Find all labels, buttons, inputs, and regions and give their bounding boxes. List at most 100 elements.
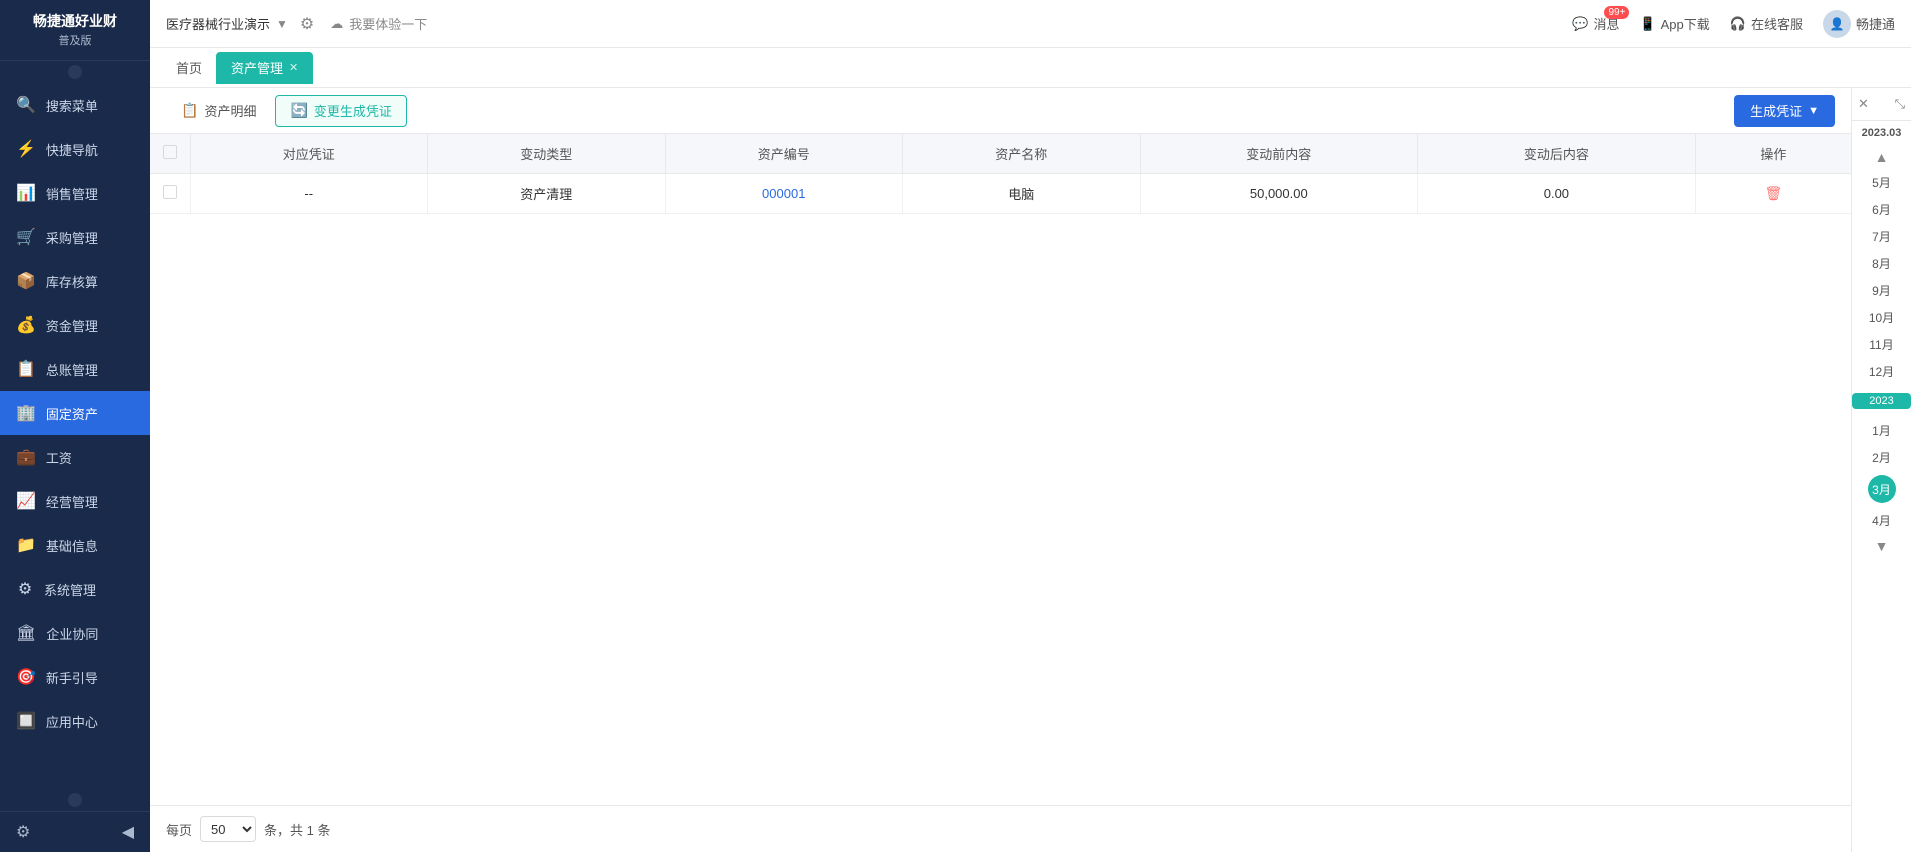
settings-bottom-icon[interactable]: ⚙ [16, 822, 30, 842]
sidebar-item-label: 库存核算 [46, 272, 98, 291]
sidebar-item-quick-nav[interactable]: ⚡ 快捷导航 [0, 127, 150, 171]
experience-button[interactable]: ☁ 我要体验一下 [330, 14, 427, 33]
content-area: 📋 资产明细 🔄 变更生成凭证 生成凭证 ▼ [150, 88, 1911, 852]
sidebar-item-fixed-assets[interactable]: 🏢 固定资产 [0, 391, 150, 435]
sidebar-item-basic-info[interactable]: 📁 基础信息 [0, 523, 150, 567]
guide-icon: 🎯 [16, 667, 36, 687]
sidebar-item-label: 应用中心 [46, 712, 98, 731]
timeline-month-8[interactable]: 8月 [1852, 250, 1911, 277]
header-before-change: 变动前内容 [1140, 134, 1418, 174]
funds-icon: 💰 [16, 315, 36, 335]
table-row: -- 资产清理 000001 电脑 [150, 174, 1851, 214]
timeline-month-1[interactable]: 1月 [1852, 417, 1911, 444]
timeline-up-button[interactable]: ▲ [1852, 145, 1911, 169]
customer-service-button[interactable]: 🎧 在线客服 [1730, 14, 1803, 33]
year-badge-2023[interactable]: 2023 [1852, 393, 1911, 409]
page-size-select[interactable]: 50 100 200 [200, 816, 256, 842]
sidebar-item-label: 资金管理 [46, 316, 98, 335]
basic-info-icon: 📁 [16, 535, 36, 555]
cloud-icon: ☁ [330, 16, 343, 32]
sidebar-scroll-down[interactable] [68, 793, 82, 807]
right-panel-header: ✕ ⤡ [1852, 96, 1911, 121]
timeline-month-2[interactable]: 2月 [1852, 444, 1911, 471]
timeline-month-6[interactable]: 6月 [1852, 196, 1911, 223]
timeline-month-12[interactable]: 12月 [1852, 358, 1911, 385]
sidebar-item-sales[interactable]: 📊 销售管理 [0, 171, 150, 215]
timeline-month-7[interactable]: 7月 [1852, 223, 1911, 250]
detail-tab-icon: 📋 [181, 102, 198, 119]
sidebar-bottom: ⚙ ◀ [0, 811, 150, 852]
timeline-month-11[interactable]: 11月 [1852, 331, 1911, 358]
total-count: 条，共 1 条 [264, 820, 330, 839]
enterprise-icon: 🏛 [16, 623, 36, 643]
company-name: 医疗器械行业演示 [166, 14, 270, 33]
sidebar-item-operations[interactable]: 📈 经营管理 [0, 479, 150, 523]
header-voucher: 对应凭证 [190, 134, 428, 174]
sidebar-item-label: 快捷导航 [46, 140, 98, 159]
data-table: 对应凭证 变动类型 资产编号 资产名称 [150, 134, 1851, 214]
sidebar-item-app-center[interactable]: 🔲 应用中心 [0, 699, 150, 743]
tab-label: 资产管理 [231, 58, 283, 77]
messages-button[interactable]: 💬 消息 99+ [1572, 14, 1619, 33]
row-checkbox-cell [150, 174, 190, 214]
delete-row-button[interactable]: 🗑 [1764, 185, 1782, 201]
topbar: 医疗器械行业演示 ▼ ⚙ ☁ 我要体验一下 💬 消息 99+ 📱 App下载 🎧… [150, 0, 1911, 48]
timeline-month-4[interactable]: 4月 [1852, 507, 1911, 534]
header-asset-name: 资产名称 [903, 134, 1141, 174]
company-selector[interactable]: 医疗器械行业演示 ▼ [166, 14, 288, 33]
sidebar-item-label: 销售管理 [46, 184, 98, 203]
sidebar-item-label: 工资 [46, 448, 72, 467]
sidebar-item-purchase[interactable]: 🛒 采购管理 [0, 215, 150, 259]
sidebar-item-inventory[interactable]: 📦 库存核算 [0, 259, 150, 303]
asset-detail-label: 资产明细 [204, 101, 256, 120]
sidebar: 畅捷通好业财 普及版 🔍 搜索菜单 ⚡ 快捷导航 📊 销售管理 🛒 采购管理 📦… [0, 0, 150, 852]
row-checkbox[interactable] [163, 185, 177, 199]
topbar-settings-icon[interactable]: ⚙ [300, 14, 314, 34]
header-checkbox-cell [150, 134, 190, 174]
sidebar-scroll-up[interactable] [68, 65, 82, 79]
collapse-icon[interactable]: ◀ [122, 822, 134, 842]
sidebar-item-enterprise[interactable]: 🏛 企业协同 [0, 611, 150, 655]
timeline-month-5[interactable]: 5月 [1852, 169, 1911, 196]
topbar-right: 💬 消息 99+ 📱 App下载 🎧 在线客服 👤 畅捷通 [1572, 10, 1895, 38]
generate-label: 生成凭证 [1750, 101, 1802, 120]
close-right-panel-icon[interactable]: ✕ [1858, 96, 1869, 112]
sidebar-item-payroll[interactable]: 💼 工资 [0, 435, 150, 479]
sidebar-item-guide[interactable]: 🎯 新手引导 [0, 655, 150, 699]
sidebar-item-funds[interactable]: 💰 资金管理 [0, 303, 150, 347]
select-all-checkbox[interactable] [163, 145, 177, 159]
nav-tabs: 首页 资产管理 ✕ [150, 48, 1911, 88]
sidebar-nav: 🔍 搜索菜单 ⚡ 快捷导航 📊 销售管理 🛒 采购管理 📦 库存核算 💰 资金管… [0, 83, 150, 789]
payroll-icon: 💼 [16, 447, 36, 467]
change-voucher-tab[interactable]: 🔄 变更生成凭证 [275, 95, 406, 127]
tab-close-icon[interactable]: ✕ [289, 61, 298, 74]
sub-tabs: 📋 资产明细 🔄 变更生成凭证 生成凭证 ▼ [150, 88, 1851, 134]
headset-icon: 🎧 [1730, 16, 1746, 32]
sidebar-item-label: 搜索菜单 [46, 96, 98, 115]
sidebar-item-label: 经营管理 [46, 492, 98, 511]
timeline-down-button[interactable]: ▼ [1852, 534, 1911, 558]
table-footer: 每页 50 100 200 条，共 1 条 [150, 805, 1851, 852]
asset-management-tab[interactable]: 资产管理 ✕ [216, 52, 313, 84]
sidebar-item-label: 固定资产 [46, 404, 98, 423]
table-container: 对应凭证 变动类型 资产编号 资产名称 [150, 134, 1851, 805]
timeline-month-9[interactable]: 9月 [1852, 277, 1911, 304]
timeline-month-3-active[interactable]: 3月 [1868, 475, 1896, 503]
avatar: 👤 [1823, 10, 1851, 38]
operations-icon: 📈 [16, 491, 36, 511]
sidebar-item-label: 总账管理 [46, 360, 98, 379]
search-icon: 🔍 [16, 95, 36, 115]
sidebar-item-system[interactable]: ⚙ 系统管理 [0, 567, 150, 611]
home-tab[interactable]: 首页 [166, 52, 212, 84]
header-change-type: 变动类型 [428, 134, 666, 174]
timeline-month-10[interactable]: 10月 [1852, 304, 1911, 331]
right-panel-year: 2023.03 [1852, 121, 1911, 145]
sidebar-item-search[interactable]: 🔍 搜索菜单 [0, 83, 150, 127]
asset-detail-tab[interactable]: 📋 资产明细 [166, 95, 271, 127]
fixed-assets-icon: 🏢 [16, 403, 36, 423]
sidebar-item-ledger[interactable]: 📋 总账管理 [0, 347, 150, 391]
user-profile[interactable]: 👤 畅捷通 [1823, 10, 1895, 38]
generate-voucher-button[interactable]: 生成凭证 ▼ [1734, 95, 1835, 127]
app-download-button[interactable]: 📱 App下载 [1639, 14, 1709, 33]
expand-right-panel-icon[interactable]: ⤡ [1895, 96, 1905, 112]
